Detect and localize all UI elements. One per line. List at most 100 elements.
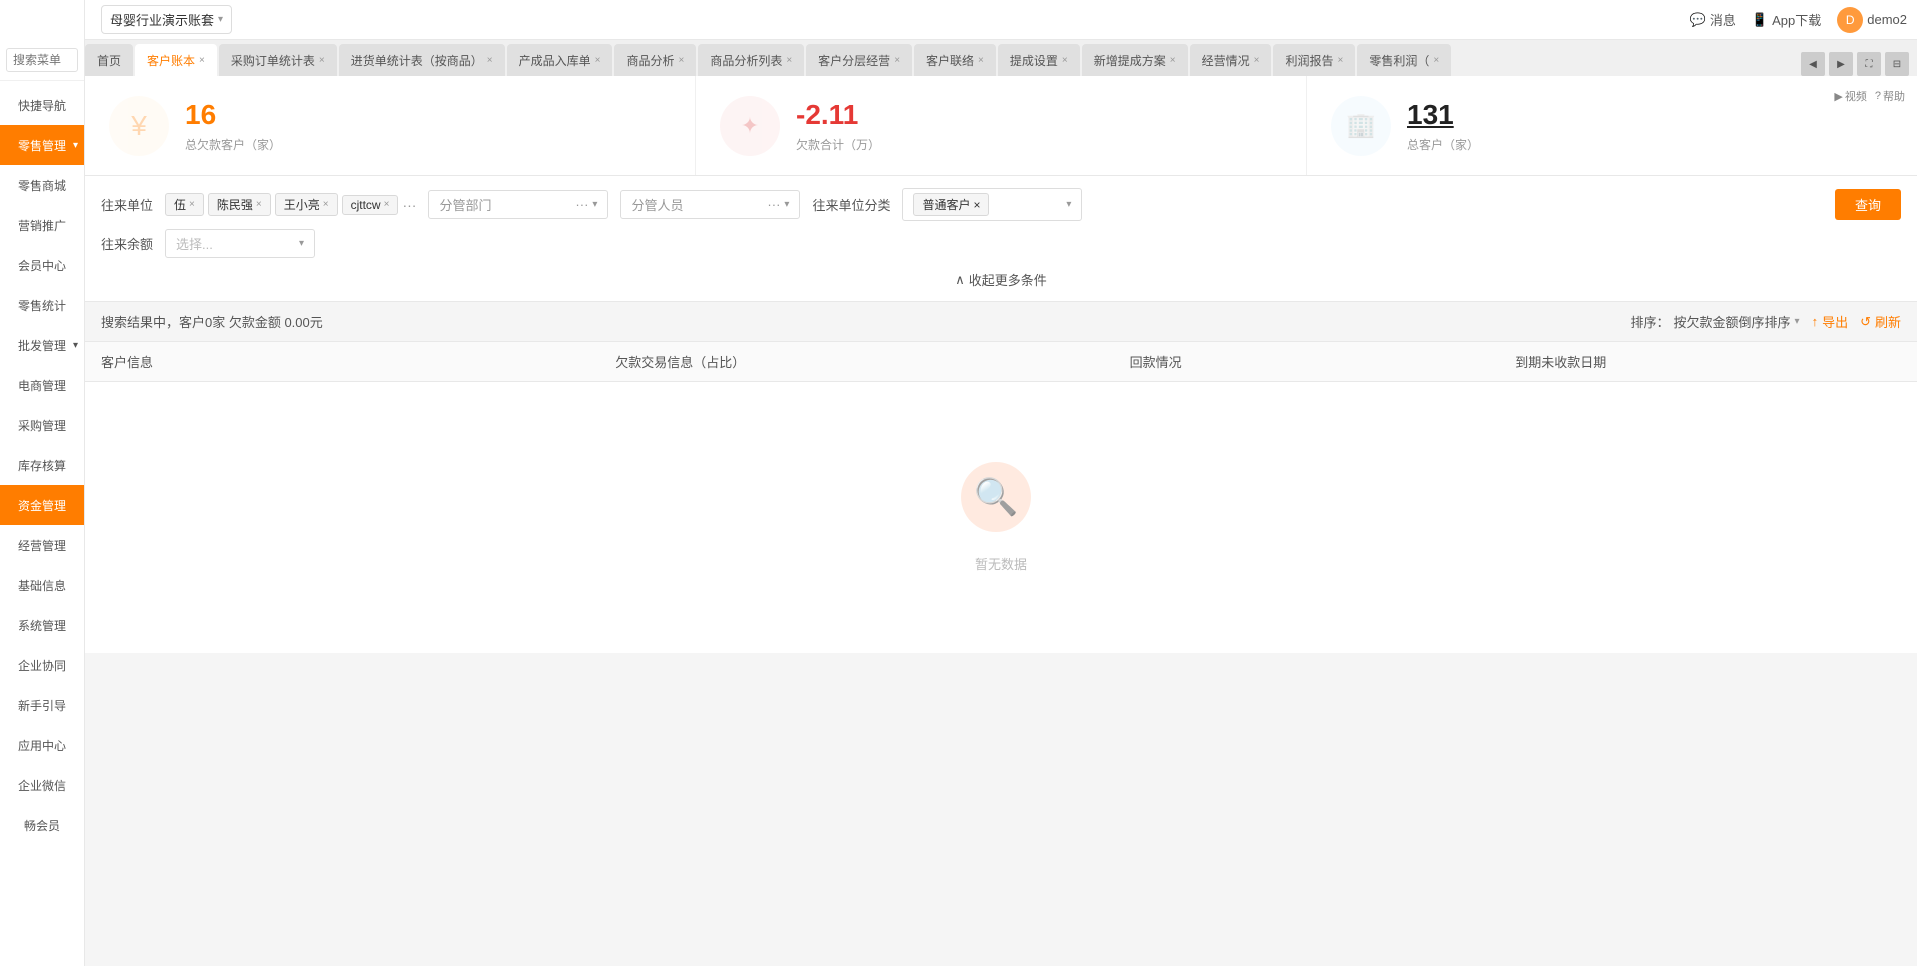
sidebar-item-14[interactable]: 企业协同 <box>0 645 84 685</box>
remove-chen-icon[interactable]: × <box>256 199 262 210</box>
nav-tab-11[interactable]: 经营情况× <box>1190 44 1272 76</box>
sidebar-item-11[interactable]: 经营管理 <box>0 525 84 565</box>
nav-tab-9[interactable]: 提成设置× <box>998 44 1080 76</box>
remove-cjttcw-icon[interactable]: × <box>384 199 390 210</box>
table-header: 客户信息 欠款交易信息（占比） 回款情况 到期未收款日期 <box>85 342 1917 382</box>
sidebar-item-4[interactable]: 会员中心 <box>0 245 84 285</box>
nav-tab-3[interactable]: 进货单统计表（按商品）× <box>339 44 505 76</box>
sidebar-label-7: 电商管理 <box>18 377 66 394</box>
sidebar-item-3[interactable]: 营销推广 <box>0 205 84 245</box>
export-button[interactable]: ↑ 导出 <box>1812 312 1849 331</box>
tab-prev-button[interactable]: ◀ <box>1801 52 1825 76</box>
message-icon: 💬 <box>1690 12 1706 28</box>
sidebar-item-2[interactable]: 零售商城 <box>0 165 84 205</box>
sidebar-search-area <box>0 40 84 81</box>
sidebar-item-5[interactable]: 零售统计 <box>0 285 84 325</box>
sidebar-label-14: 企业协同 <box>18 657 66 674</box>
unit-tag-wu[interactable]: 伍 × <box>165 193 204 216</box>
tab-close-12[interactable]: × <box>1337 55 1343 66</box>
tab-close-6[interactable]: × <box>786 55 792 66</box>
dept-dots: ··· <box>575 197 588 212</box>
sidebar-label-10: 资金管理 <box>18 497 66 514</box>
tab-label-0: 首页 <box>97 52 121 69</box>
tab-close-2[interactable]: × <box>319 55 325 66</box>
tab-close-5[interactable]: × <box>678 55 684 66</box>
tab-close-10[interactable]: × <box>1170 55 1176 66</box>
nav-tab-7[interactable]: 客户分层经营 × <box>806 44 912 76</box>
nav-tab-8[interactable]: 客户联络× <box>914 44 996 76</box>
sidebar-item-6[interactable]: 批发管理 <box>0 325 84 365</box>
refresh-button[interactable]: ↺ 刷新 <box>1860 312 1901 331</box>
nav-tab-12[interactable]: 利润报告× <box>1273 44 1355 76</box>
unit-class-selector[interactable]: 普通客户 × ▾ <box>902 188 1082 221</box>
tab-close-7[interactable]: × <box>894 55 900 66</box>
remove-wang-icon[interactable]: × <box>323 199 329 210</box>
tab-label-2: 采购订单统计表 <box>231 52 315 69</box>
tab-close-9[interactable]: × <box>1062 55 1068 66</box>
unit-tag-wang[interactable]: 王小亮 × <box>275 193 338 216</box>
stat-content-debt: -2.11 欠款合计（万） <box>796 98 1282 153</box>
message-button[interactable]: 💬 消息 <box>1690 10 1736 29</box>
user-menu[interactable]: D demo2 <box>1837 7 1907 33</box>
sidebar-item-10[interactable]: 资金管理 <box>0 485 84 525</box>
stat-content-all: 131 总客户（家） <box>1407 98 1893 153</box>
sidebar-item-9[interactable]: 库存核算 <box>0 445 84 485</box>
unit-tag-cjttcw[interactable]: cjttcw × <box>342 195 399 215</box>
sidebar-item-16[interactable]: 应用中心 <box>0 725 84 765</box>
tab-close-4[interactable]: × <box>595 55 601 66</box>
remainder-selector[interactable]: 选择... ▾ <box>165 229 315 258</box>
tab-fullscreen-button[interactable]: ⛶ <box>1857 52 1881 76</box>
sidebar-item-8[interactable]: 采购管理 <box>0 405 84 445</box>
remove-class-icon[interactable]: × <box>973 198 980 212</box>
nav-tab-4[interactable]: 产成品入库单× <box>507 44 613 76</box>
tab-close-1[interactable]: × <box>199 55 205 66</box>
query-button[interactable]: 查询 <box>1835 189 1901 220</box>
sidebar-item-0[interactable]: 快捷导航 <box>0 85 84 125</box>
avatar: D <box>1837 7 1863 33</box>
manager-selector[interactable]: 分管人员 ··· ▾ <box>620 190 800 219</box>
unit-tag-chen[interactable]: 陈民强 × <box>208 193 271 216</box>
stat-content-customers: 16 总欠款客户（家） <box>185 98 671 153</box>
tab-close-8[interactable]: × <box>978 55 984 66</box>
nav-tab-0[interactable]: 首页 <box>85 44 133 76</box>
remove-wu-icon[interactable]: × <box>189 199 195 210</box>
store-selector[interactable]: 母婴行业演示账套 ▾ <box>101 5 232 34</box>
collapse-button[interactable]: ∧ 收起更多条件 <box>955 270 1047 289</box>
sidebar-item-13[interactable]: 系统管理 <box>0 605 84 645</box>
sidebar-item-7[interactable]: 电商管理 <box>0 365 84 405</box>
nav-tab-13[interactable]: 零售利润（× <box>1357 44 1451 76</box>
sidebar-item-17[interactable]: 企业微信 <box>0 765 84 805</box>
sort-selector[interactable]: 排序： 按欠款金额倒序排序 ▾ <box>1631 312 1800 331</box>
stat-icon-debt: ✦ <box>720 96 780 156</box>
col-debt-info: 欠款交易信息（占比） <box>615 352 1129 371</box>
tab-close-13[interactable]: × <box>1433 55 1439 66</box>
video-button[interactable]: ▶ 视频 <box>1834 88 1866 104</box>
nav-tab-2[interactable]: 采购订单统计表 × <box>219 44 337 76</box>
unit-class-tag[interactable]: 普通客户 × <box>913 193 989 216</box>
tab-next-button[interactable]: ▶ <box>1829 52 1853 76</box>
nav-tab-10[interactable]: 新增提成方案× <box>1082 44 1188 76</box>
nav-tab-5[interactable]: 商品分析× <box>614 44 696 76</box>
tab-label-7: 客户分层经营 <box>818 52 890 69</box>
sidebar-item-1[interactable]: 零售管理 <box>0 125 84 165</box>
dept-selector[interactable]: 分管部门 ··· ▾ <box>428 190 608 219</box>
stat-actions: ▶ 视频 ? 帮助 <box>1834 88 1905 104</box>
sidebar-item-18[interactable]: 畅会员 <box>0 805 84 845</box>
sidebar-item-12[interactable]: 基础信息 <box>0 565 84 605</box>
help-button[interactable]: ? 帮助 <box>1875 88 1905 104</box>
tab-expand-button[interactable]: ⊟ <box>1885 52 1909 76</box>
search-input[interactable] <box>6 48 78 72</box>
sidebar-item-15[interactable]: 新手引导 <box>0 685 84 725</box>
nav-tab-6[interactable]: 商品分析列表× <box>698 44 804 76</box>
tab-close-3[interactable]: × <box>487 55 493 66</box>
more-tags-button[interactable]: ··· <box>402 197 416 213</box>
tab-close-11[interactable]: × <box>1254 55 1260 66</box>
stats-bar: ¥ 16 总欠款客户（家） ✦ -2.11 欠款合计（万） 🏢 131 总客户（… <box>85 76 1917 176</box>
refresh-icon: ↺ <box>1860 314 1871 330</box>
result-bar: 搜索结果中，客户0家 欠款金额 0.00元 排序： 按欠款金额倒序排序 ▾ ↑ … <box>85 302 1917 342</box>
app-download-button[interactable]: 📱 App下载 <box>1752 10 1821 29</box>
empty-text: 暂无数据 <box>975 554 1027 573</box>
manager-dots: ··· <box>767 197 780 212</box>
nav-tab-1[interactable]: 客户账本× <box>135 44 217 76</box>
sidebar-label-11: 经营管理 <box>18 537 66 554</box>
